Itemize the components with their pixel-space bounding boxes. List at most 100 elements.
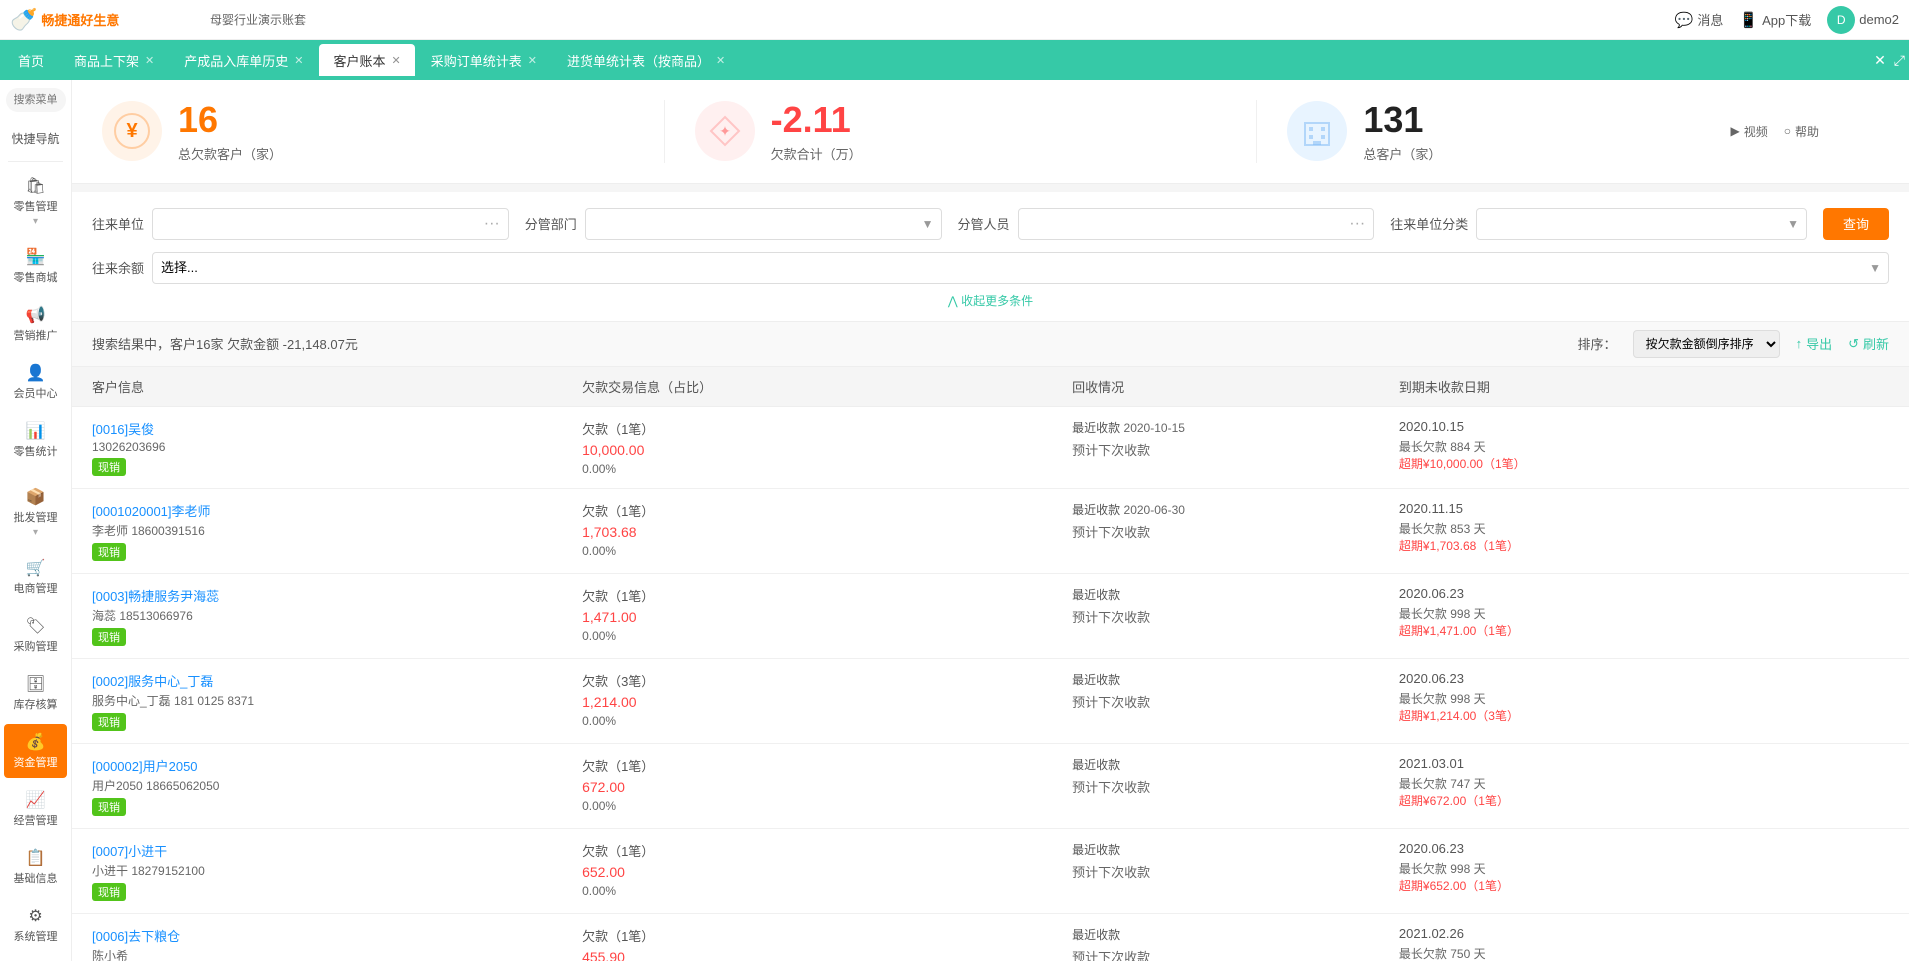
biz-mgmt-icon: 📈 — [26, 790, 46, 810]
message-btn[interactable]: 💬 消息 — [1675, 10, 1724, 29]
customer-name-1[interactable]: [0016]吴俊 — [92, 422, 154, 437]
tab-minimize-icon[interactable]: ✕ — [1874, 52, 1886, 69]
unit-class-select[interactable] — [1476, 208, 1807, 240]
tab-production-history[interactable]: 产成品入库单历史 ✕ — [170, 44, 317, 76]
export-label: 导出 — [1806, 334, 1832, 353]
sidebar-item-member[interactable]: 👤 会员中心 — [4, 355, 67, 409]
tab-instock-stats-close[interactable]: ✕ — [716, 54, 725, 67]
message-label: 消息 — [1697, 10, 1723, 29]
overdue-days-4: 最长欠款 998 天 — [1399, 690, 1889, 707]
play-icon: ▶ — [1731, 124, 1740, 138]
customer-name-5[interactable]: [000002]用户2050 — [92, 759, 198, 774]
sidebar-item-marketing-label: 营销推广 — [14, 327, 58, 343]
sidebar-item-quick-nav[interactable]: 快捷导航 — [4, 122, 67, 155]
collect-info-1: 最近收款 2020-10-15 预计下次收款 — [1072, 419, 1399, 459]
quick-nav-label: 快捷导航 — [11, 130, 59, 147]
view-video-btn[interactable]: ▶ 视频 — [1731, 123, 1768, 140]
table-row: [0002]服务中心_丁磊 服务中心_丁磊 181 0125 8371 现销 欠… — [72, 659, 1909, 744]
sidebar-item-ecommerce[interactable]: 🛒 电商管理 — [4, 550, 67, 604]
balance-select[interactable]: 选择... — [152, 252, 1889, 284]
tab-customer-account-close[interactable]: ✕ — [392, 54, 401, 67]
total-debt-number: -2.11 — [771, 100, 862, 140]
sidebar-item-retail-stats[interactable]: 📊 零售统计 — [4, 413, 67, 467]
collect-next-6: 预计下次收款 — [1072, 862, 1399, 881]
tab-customer-account[interactable]: 客户账本 ✕ — [319, 44, 414, 76]
tab-production-history-close[interactable]: ✕ — [294, 54, 303, 67]
collect-info-6: 最近收款 预计下次收款 — [1072, 841, 1399, 881]
export-btn[interactable]: ↑ 导出 — [1796, 334, 1833, 353]
tab-home[interactable]: 首页 — [4, 44, 58, 76]
overdue-amount-3[interactable]: 超期¥1,471.00（1笔） — [1399, 622, 1889, 639]
tab-purchase-order-close[interactable]: ✕ — [528, 54, 537, 67]
debt-info-5: 欠款（1笔） 672.00 0.00% — [582, 756, 1072, 813]
due-date-3: 2020.06.23 — [1399, 586, 1889, 601]
due-info-2: 2020.11.15 最长欠款 853 天 超期¥1,703.68（1笔） — [1399, 501, 1889, 554]
debt-count-4: 欠款（3笔） — [582, 671, 1072, 690]
sidebar-item-biz-mgmt[interactable]: 📈 经营管理 — [4, 782, 67, 836]
customer-name-6[interactable]: [0007]小进干 — [92, 844, 167, 859]
sidebar-item-retail-mgmt[interactable]: 🛍 零售管理 ▾ — [4, 168, 67, 235]
overdue-amount-1[interactable]: 超期¥10,000.00（1笔） — [1399, 455, 1889, 472]
customer-name-3[interactable]: [0003]畅捷服务尹海蕊 — [92, 589, 219, 604]
username: demo2 — [1859, 12, 1899, 27]
overdue-amount-2[interactable]: 超期¥1,703.68（1笔） — [1399, 537, 1889, 554]
sidebar-item-batch-mgmt[interactable]: 📦 批发管理 ▾ — [4, 479, 67, 546]
sidebar-item-finance-label: 资金管理 — [14, 754, 58, 770]
search-button[interactable]: 查询 — [1823, 208, 1889, 240]
tab-instock-stats[interactable]: 进货单统计表（按商品） ✕ — [553, 44, 739, 76]
stats-row: ¥ 16 总欠款客户（家） ✦ — [72, 80, 1909, 184]
balance-select-wrapper: 选择... ▼ — [152, 252, 1889, 284]
due-date-5: 2021.03.01 — [1399, 756, 1889, 771]
source-unit-input[interactable]: ··· — [152, 208, 509, 240]
overdue-amount-4[interactable]: 超期¥1,214.00（3笔） — [1399, 707, 1889, 724]
refresh-btn[interactable]: ↺ 刷新 — [1848, 334, 1889, 353]
sort-label: 排序： — [1578, 334, 1617, 353]
stat-card-debt-customers: ¥ 16 总欠款客户（家） — [102, 100, 665, 163]
tab-home-label: 首页 — [18, 51, 44, 70]
sidebar-item-inventory[interactable]: 🗄 库存核算 — [4, 666, 67, 720]
sidebar-item-system[interactable]: ⚙ 系统管理 — [4, 898, 67, 952]
collapse-label: 收起更多条件 — [961, 294, 1033, 308]
sort-select[interactable]: 按欠款金额倒序排序 — [1633, 330, 1780, 358]
customer-phone-5: 用户2050 18665062050 — [92, 777, 582, 794]
customer-phone-6: 小进干 18279152100 — [92, 862, 582, 879]
sidebar-item-corp[interactable]: 🤝 企业协同 — [4, 956, 67, 961]
user-avatar[interactable]: D demo2 — [1827, 6, 1899, 34]
overdue-amount-5[interactable]: 超期¥672.00（1笔） — [1399, 792, 1889, 809]
customer-tag-6: 现销 — [92, 883, 126, 901]
dept-label: 分管部门 — [525, 214, 577, 233]
chevron-down-icon: ▾ — [33, 216, 38, 227]
search-input[interactable] — [6, 88, 66, 112]
overdue-amount-6[interactable]: 超期¥652.00（1笔） — [1399, 877, 1889, 894]
help-btn[interactable]: ○ 帮助 — [1784, 123, 1819, 140]
unit-class-label: 往来单位分类 — [1390, 214, 1468, 233]
stat-info-total-customers: 131 总客户（家） — [1363, 100, 1441, 163]
manager-input[interactable]: ··· — [1018, 208, 1375, 240]
tab-products-on-off-close[interactable]: ✕ — [145, 54, 154, 67]
member-icon: 👤 — [26, 363, 46, 383]
sidebar-item-basic-info[interactable]: 📋 基础信息 — [4, 840, 67, 894]
dept-select[interactable] — [585, 208, 942, 240]
total-debt-label: 欠款合计（万） — [771, 144, 862, 163]
filter-source-unit: 往来单位 ··· — [92, 208, 509, 240]
sidebar-item-retail-mall[interactable]: 🏪 零售商城 — [4, 239, 67, 293]
app-download-btn[interactable]: 📱 App下载 — [1739, 10, 1811, 29]
sidebar-item-purchase[interactable]: 🏷 采购管理 — [4, 608, 67, 662]
sidebar-item-finance[interactable]: 💰 资金管理 — [4, 724, 67, 778]
customer-name-4[interactable]: [0002]服务中心_丁磊 — [92, 674, 213, 689]
tab-products-on-off[interactable]: 商品上下架 ✕ — [60, 44, 168, 76]
collect-last-1: 最近收款 2020-10-15 — [1072, 419, 1399, 436]
overdue-days-2: 最长欠款 853 天 — [1399, 520, 1889, 537]
debt-info-1: 欠款（1笔） 10,000.00 0.00% — [582, 419, 1072, 476]
col-header-debt: 欠款交易信息（占比） — [582, 377, 1072, 396]
tab-bar: 首页 商品上下架 ✕ 产成品入库单历史 ✕ 客户账本 ✕ 采购订单统计表 ✕ 进… — [0, 40, 1909, 80]
col-header-customer: 客户信息 — [92, 377, 582, 396]
retail-mall-icon: 🏪 — [26, 247, 46, 267]
tab-purchase-order[interactable]: 采购订单统计表 ✕ — [417, 44, 551, 76]
tab-expand-icon[interactable]: ⤢ — [1894, 52, 1905, 69]
customer-name-2[interactable]: [0001020001]李老师 — [92, 504, 211, 519]
sidebar-item-marketing[interactable]: 📢 营销推广 — [4, 297, 67, 351]
due-info-4: 2020.06.23 最长欠款 998 天 超期¥1,214.00（3笔） — [1399, 671, 1889, 724]
collapse-button[interactable]: ⋀ 收起更多条件 — [948, 292, 1033, 309]
customer-name-7[interactable]: [0006]去下粮仓 — [92, 929, 180, 944]
